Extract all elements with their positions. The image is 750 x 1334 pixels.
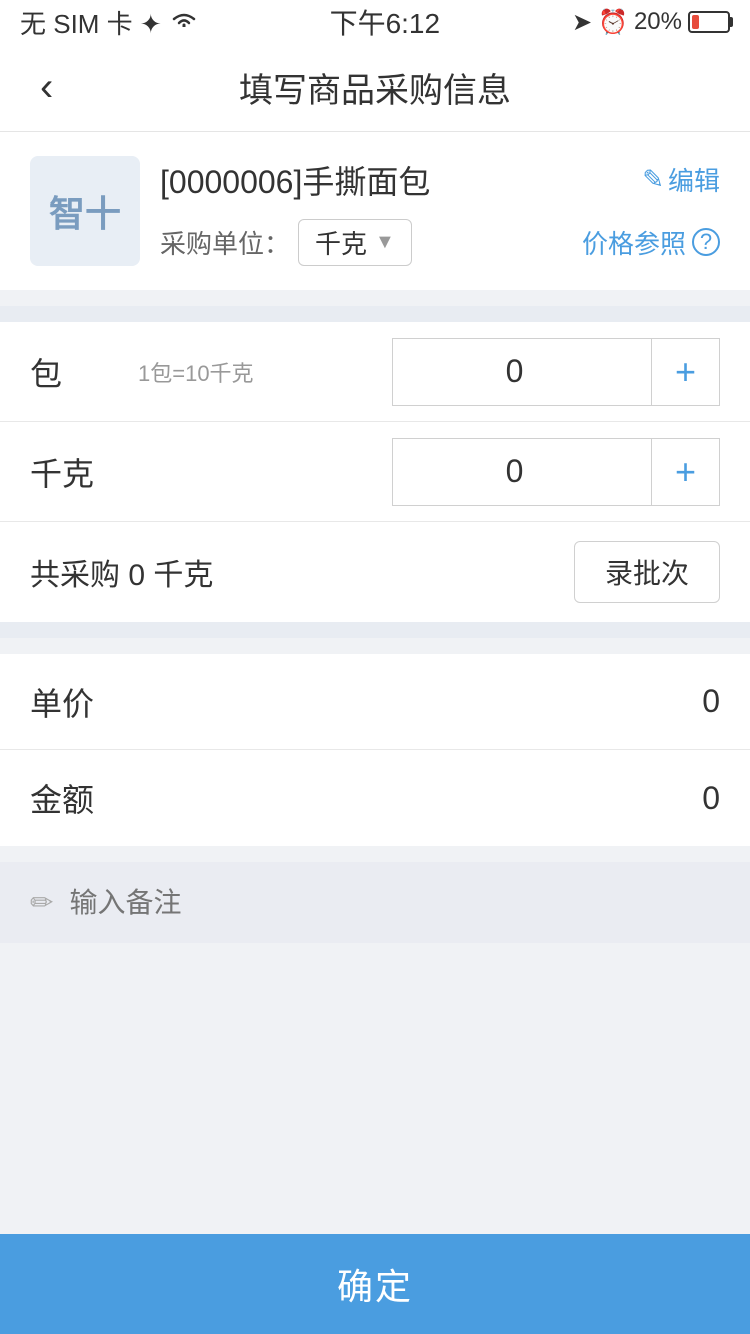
input-section: 包 1包=10千克 + 千克 + (0, 322, 750, 522)
edit-icon: ✎ (642, 164, 664, 195)
product-unit-row: 采购单位： 千克 ▼ 价格参照 ? (160, 219, 720, 266)
pack-plus-button[interactable]: + (652, 338, 720, 406)
divider-1 (0, 306, 750, 322)
product-logo: 智十 (49, 185, 121, 237)
pack-label: 包 (30, 349, 130, 395)
sim-status: 无 SIM 卡 ✦ (20, 4, 162, 41)
amount-label: 金额 (30, 775, 94, 821)
product-name-row: [0000006]手撕面包 ✎ 编辑 (160, 157, 720, 203)
nav-bar: ‹ 填写商品采购信息 (0, 44, 750, 132)
pack-sublabel: 1包=10千克 (138, 356, 254, 388)
total-row: 共采购 0 千克 录批次 (0, 522, 750, 622)
amount-value: 0 (702, 780, 720, 817)
kg-input[interactable] (392, 438, 652, 506)
unit-value: 千克 (315, 224, 367, 261)
price-ref-label: 价格参照 (582, 224, 686, 261)
pack-input[interactable] (392, 338, 652, 406)
edit-button[interactable]: ✎ 编辑 (642, 161, 720, 198)
pack-control: + (254, 338, 720, 406)
battery-icon (688, 11, 730, 33)
kg-control: + (130, 438, 720, 506)
remark-input[interactable] (69, 887, 720, 919)
price-section: 单价 0 金额 0 (0, 654, 750, 846)
product-image: 智十 (30, 156, 140, 266)
total-text: 共采购 0 千克 (30, 550, 213, 594)
wifi-icon (170, 7, 198, 38)
product-name: [0000006]手撕面包 (160, 157, 430, 203)
unit-price-row: 单价 0 (0, 654, 750, 750)
edit-label: 编辑 (668, 161, 720, 198)
batch-button[interactable]: 录批次 (574, 541, 720, 603)
pack-input-row: 包 1包=10千克 + (0, 322, 750, 422)
unit-label: 采购单位： (160, 224, 290, 261)
remark-section[interactable]: ✏ (0, 862, 750, 943)
location-icon: ➤ (572, 8, 592, 37)
bottom-area: 确定 (0, 1234, 750, 1334)
page-title: 填写商品采购信息 (239, 63, 511, 112)
pencil-icon: ✏ (30, 886, 53, 919)
kg-input-row: 千克 + (0, 422, 750, 522)
battery-percent: 20% (634, 8, 682, 36)
product-info: [0000006]手撕面包 ✎ 编辑 采购单位： 千克 ▼ 价格参照 ? (160, 157, 720, 266)
status-time: 下午6:12 (330, 2, 441, 42)
status-bar: 无 SIM 卡 ✦ 下午6:12 ➤ ⏰ 20% (0, 0, 750, 44)
dropdown-icon: ▼ (375, 231, 395, 254)
kg-plus-button[interactable]: + (652, 438, 720, 506)
amount-row: 金额 0 (0, 750, 750, 846)
status-right: ➤ ⏰ 20% (572, 8, 730, 37)
help-icon: ? (692, 228, 720, 256)
back-button[interactable]: ‹ (30, 55, 63, 120)
confirm-button[interactable]: 确定 (0, 1234, 750, 1334)
unit-price-label: 单价 (30, 679, 94, 725)
price-ref-button[interactable]: 价格参照 ? (582, 224, 720, 261)
divider-2 (0, 622, 750, 638)
unit-select[interactable]: 千克 ▼ (298, 219, 412, 266)
kg-label: 千克 (30, 449, 130, 495)
status-left: 无 SIM 卡 ✦ (20, 4, 198, 41)
alarm-icon: ⏰ (598, 8, 628, 37)
product-card: 智十 [0000006]手撕面包 ✎ 编辑 采购单位： 千克 ▼ (0, 132, 750, 290)
unit-price-value: 0 (702, 683, 720, 720)
